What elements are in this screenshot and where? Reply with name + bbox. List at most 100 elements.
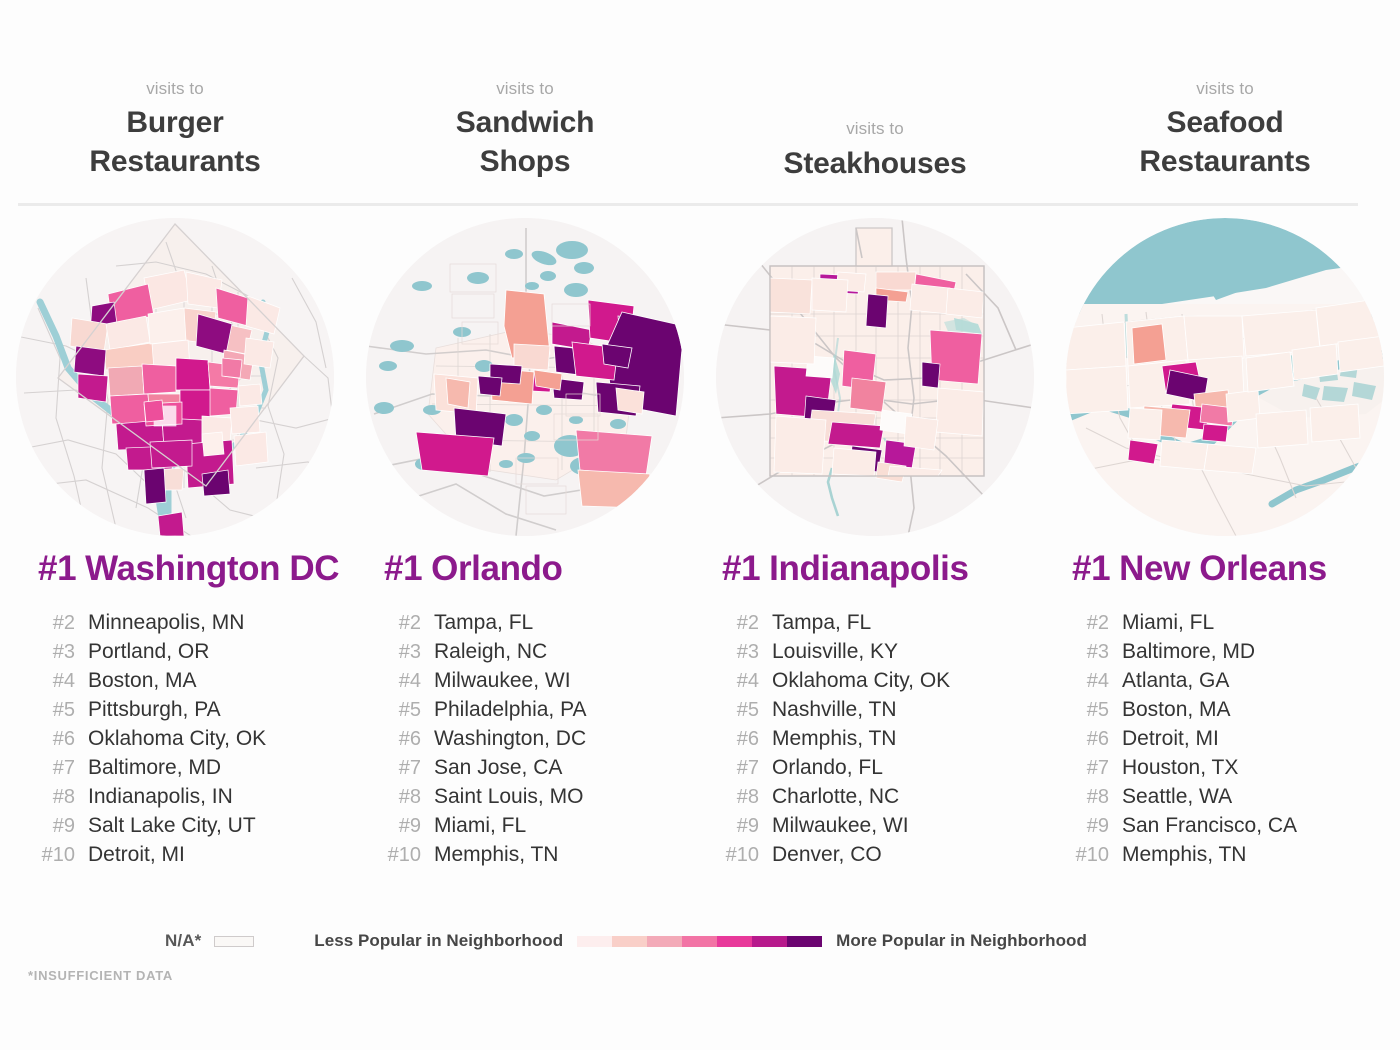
legend: N/A* Less Popular in Neighborhood More P… xyxy=(0,926,1400,956)
rank-city: Oklahoma City, OK xyxy=(772,669,951,692)
category-title-line: Restaurants xyxy=(1139,144,1311,178)
list-item: #7 Baltimore, MD xyxy=(36,756,350,785)
category-title: Steakhouses xyxy=(784,145,967,183)
list-item: #9 San Francisco, CA xyxy=(1070,814,1400,843)
rank-city: Nashville, TN xyxy=(772,698,897,721)
rank-number: #3 xyxy=(1086,641,1109,663)
list-item: #3 Baltimore, MD xyxy=(1070,640,1400,669)
list-item: #2 Miami, FL xyxy=(1070,611,1400,640)
rank-city: Baltimore, MD xyxy=(1122,640,1256,663)
rank-city: Memphis, TN xyxy=(772,727,897,750)
rank-number: #6 xyxy=(1086,728,1109,750)
rank-city: Seattle, WA xyxy=(1122,785,1233,808)
rank-city: Baltimore, MD xyxy=(88,756,222,779)
category-header-steakhouse: visits to Steakhouses xyxy=(700,0,1050,195)
rank-city: San Jose, CA xyxy=(434,756,563,779)
list-item: #7 Houston, TX xyxy=(1070,756,1400,785)
kicker-label: visits to xyxy=(846,118,904,138)
rank-city: Portland, OR xyxy=(88,640,210,663)
rank-city: Milwaukee, WI xyxy=(434,669,571,692)
ranking-column-sandwich: #1 Orlando #2 Tampa, FL #3 Raleigh, NC #4 Mi… xyxy=(350,548,700,872)
category-header-burger: visits to Burger Restaurants xyxy=(0,0,350,195)
list-item: #9 Milwaukee, WI xyxy=(720,814,1050,843)
legend-na-group: N/A* xyxy=(165,931,255,951)
new-orleans-choropleth-map xyxy=(1066,218,1384,536)
rank-city: Memphis, TN xyxy=(1122,843,1247,866)
rank-city: Charlotte, NC xyxy=(772,785,900,808)
list-item: #5 Boston, MA xyxy=(1070,698,1400,727)
list-item: #10 Detroit, MI xyxy=(36,843,350,872)
rank-number: #10 xyxy=(41,844,75,866)
rank-city: Milwaukee, WI xyxy=(772,814,909,837)
orlando-map-svg xyxy=(366,218,684,536)
category-header-sandwich: visits to Sandwich Shops xyxy=(350,0,700,195)
rank-number: #3 xyxy=(398,641,421,663)
top-city-seafood: #1 New Orleans xyxy=(1072,548,1400,590)
category-title-line: Restaurants xyxy=(89,144,261,178)
list-item: #4 Atlanta, GA xyxy=(1070,669,1400,698)
rank-city: Tampa, FL xyxy=(434,611,534,634)
legend-na-label: N/A* xyxy=(165,931,202,950)
list-item: #8 Indianapolis, IN xyxy=(36,785,350,814)
rank-number: #7 xyxy=(398,757,421,779)
orlando-choropleth-map xyxy=(366,218,684,536)
rank-city: Tampa, FL xyxy=(772,611,872,634)
legend-ramp-group: Less Popular in Neighborhood More Popula… xyxy=(314,931,1087,951)
category-title-line: Burger xyxy=(126,106,224,140)
category-title-line: Seafood xyxy=(1166,106,1284,140)
ranking-column-steakhouse: #1 Indianapolis #2 Tampa, FL #3 Louisville,… xyxy=(700,548,1050,872)
list-item: #10 Memphis, TN xyxy=(1070,843,1400,872)
rank-city: Miami, FL xyxy=(1122,611,1215,634)
category-title: Sandwich Shops xyxy=(456,104,595,181)
list-item: #5 Pittsburgh, PA xyxy=(36,698,350,727)
new-orleans-map-svg xyxy=(1066,218,1384,536)
rank-city: Detroit, MI xyxy=(88,843,185,866)
rank-list-seafood: #2 Miami, FL #3 Baltimore, MD #4 Atlanta, G… xyxy=(1070,611,1400,872)
rank-city: Denver, CO xyxy=(772,843,882,866)
rank-city: Orlando, FL xyxy=(772,756,883,779)
list-item: #2 Tampa, FL xyxy=(382,611,700,640)
list-item: #4 Oklahoma City, OK xyxy=(720,669,1050,698)
rank-city: Miami, FL xyxy=(434,814,527,837)
rank-city: Boston, MA xyxy=(1122,698,1231,721)
rank-list-steakhouse: #2 Tampa, FL #3 Louisville, KY #4 Oklahoma … xyxy=(720,611,1050,872)
infographic-page: visits to Burger Restaurants visits to S… xyxy=(0,0,1400,1050)
ramp-swatch-7 xyxy=(787,935,823,947)
rank-city: Indianapolis, IN xyxy=(88,785,233,808)
ramp-swatch-6 xyxy=(752,935,788,947)
top-rank-city: New Orleans xyxy=(1119,549,1327,588)
rank-number: #10 xyxy=(387,844,421,866)
legend-less-label: Less Popular in Neighborhood xyxy=(314,931,564,950)
rank-number: #2 xyxy=(736,612,759,634)
list-item: #5 Philadelphia, PA xyxy=(382,698,700,727)
indianapolis-map-svg xyxy=(716,218,1034,536)
ramp-swatch-3 xyxy=(647,935,683,947)
rank-number: #7 xyxy=(52,757,75,779)
list-item: #9 Miami, FL xyxy=(382,814,700,843)
rank-number: #2 xyxy=(1086,612,1109,634)
list-item: #3 Portland, OR xyxy=(36,640,350,669)
list-item: #8 Charlotte, NC xyxy=(720,785,1050,814)
legend-color-ramp xyxy=(577,935,823,947)
rank-number: #6 xyxy=(736,728,759,750)
list-item: #4 Milwaukee, WI xyxy=(382,669,700,698)
ramp-swatch-1 xyxy=(577,935,613,947)
ramp-swatch-4 xyxy=(682,935,718,947)
top-rank-number: #1 xyxy=(1072,549,1111,588)
rank-number: #3 xyxy=(52,641,75,663)
header-divider-rule xyxy=(18,203,1358,206)
top-rank-city: Indianapolis xyxy=(769,549,969,588)
rank-number: #6 xyxy=(52,728,75,750)
footnote-insufficient-data: *INSUFFICIENT DATA xyxy=(28,968,173,983)
rank-number: #2 xyxy=(52,612,75,634)
indianapolis-choropleth-map xyxy=(716,218,1034,536)
rank-list-sandwich: #2 Tampa, FL #3 Raleigh, NC #4 Milwaukee, W… xyxy=(382,611,700,872)
category-title-line: Steakhouses xyxy=(783,146,967,180)
rank-city: Pittsburgh, PA xyxy=(88,698,221,721)
kicker-label: visits to xyxy=(146,78,204,98)
rank-number: #4 xyxy=(736,670,759,692)
rank-number: #7 xyxy=(736,757,759,779)
rank-number: #4 xyxy=(398,670,421,692)
top-city-sandwich: #1 Orlando xyxy=(384,548,700,590)
ramp-swatch-5 xyxy=(717,935,753,947)
